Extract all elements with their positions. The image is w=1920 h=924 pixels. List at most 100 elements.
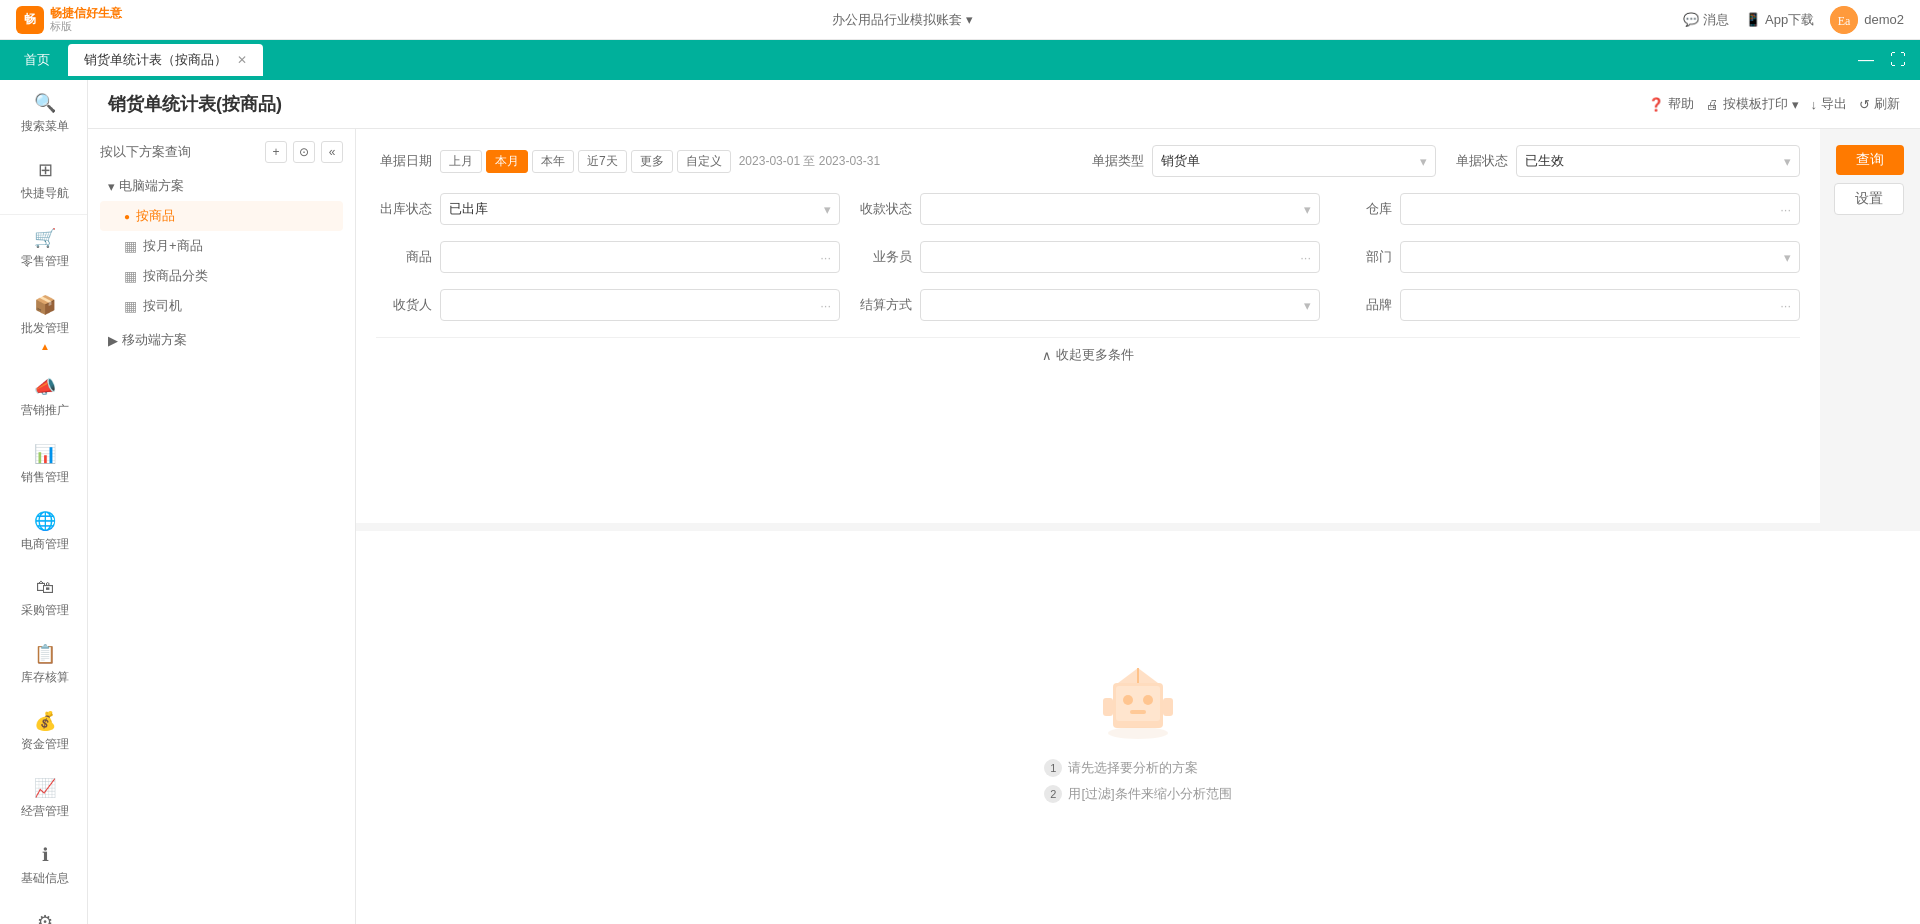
scheme-item-by-product-category-label: 按商品分类	[143, 267, 208, 285]
sidebar-item-search-label: 搜索菜单	[21, 118, 69, 135]
printer-icon: ▦	[124, 298, 137, 314]
sidebar-item-system[interactable]: ⚙ 系统管理	[0, 899, 87, 924]
empty-illustration	[1088, 643, 1188, 743]
user-menu[interactable]: demo2	[1830, 6, 1904, 34]
inventory-icon: 📋	[34, 643, 56, 665]
collapse-panel-icon[interactable]: «	[321, 141, 343, 163]
doc-status-label: 单据状态	[1452, 152, 1508, 170]
purchase-icon: 🛍	[36, 577, 54, 598]
main-layout: 🔍 搜索菜单 ⊞ 快捷导航 🛒 零售管理 📦 批发管理 ▲ 📣 营销推广 📊 销…	[0, 80, 1920, 924]
user-avatar	[1830, 6, 1858, 34]
message-icon: 💬	[1683, 12, 1699, 27]
collapse-button[interactable]: ∧ 收起更多条件	[376, 337, 1800, 372]
scheme-settings-icon[interactable]: ⊙	[293, 141, 315, 163]
sidebar-item-retail[interactable]: 🛒 零售管理	[0, 215, 87, 282]
doc-type-select[interactable]: 销货单 ▾	[1152, 145, 1436, 177]
payment-method-chevron-icon: ▾	[1304, 298, 1311, 313]
app-download-button[interactable]: 📱 App下载	[1745, 11, 1814, 29]
filter-row-2: 出库状态 已出库 ▾ 收款状态 ▾	[376, 193, 1800, 225]
svg-rect-8	[1103, 698, 1113, 716]
top-bar-right: 💬 消息 📱 App下载 demo2	[1683, 6, 1904, 34]
operations-icon: 📈	[34, 777, 56, 799]
warehouse-status-filter-field: 出库状态 已出库 ▾	[376, 193, 840, 225]
date-buttons: 上月 本月 本年 近7天 更多 自定义	[440, 150, 731, 173]
warehouse-input[interactable]: ···	[1400, 193, 1800, 225]
quick-nav-icon: ⊞	[38, 159, 53, 181]
sidebar-item-purchase[interactable]: 🛍 采购管理	[0, 565, 87, 631]
query-button[interactable]: 查询	[1836, 145, 1904, 175]
sidebar-item-finance-label: 资金管理	[21, 736, 69, 753]
payment-method-label: 结算方式	[856, 296, 912, 314]
refresh-button[interactable]: ↺ 刷新	[1859, 95, 1900, 113]
workspace-selector[interactable]: 办公用品行业模拟账套 ▾	[832, 11, 973, 29]
receiver-input[interactable]: ···	[440, 289, 840, 321]
custom-btn[interactable]: 自定义	[677, 150, 731, 173]
warehouse-status-select[interactable]: 已出库 ▾	[440, 193, 840, 225]
tab-close-icon[interactable]: ✕	[237, 53, 247, 67]
sidebar-item-sales[interactable]: 📊 销售管理	[0, 431, 87, 498]
template-print-button[interactable]: 🖨 按模板打印 ▾	[1706, 95, 1799, 113]
sidebar-item-marketing[interactable]: 📣 营销推广	[0, 364, 87, 431]
sidebar-item-search[interactable]: 🔍 搜索菜单	[0, 80, 87, 147]
step-num-2: 2	[1044, 785, 1062, 803]
product-dots-icon: ···	[820, 250, 831, 265]
search-icon: 🔍	[34, 92, 56, 114]
export-button[interactable]: ↓ 导出	[1811, 95, 1848, 113]
sidebar-item-wholesale-label: 批发管理	[21, 320, 69, 337]
sidebar-item-ecommerce[interactable]: 🌐 电商管理	[0, 498, 87, 565]
scheme-group-mobile-header[interactable]: ▶ 移动端方案	[100, 325, 343, 355]
sidebar-item-wholesale[interactable]: 📦 批发管理 ▲	[0, 282, 87, 364]
settings-button[interactable]: 设置	[1834, 183, 1904, 215]
tab-stats[interactable]: 销货单统计表（按商品） ✕	[68, 44, 263, 76]
scheme-group-pc-header[interactable]: ▾ 电脑端方案	[100, 171, 343, 201]
more-btn[interactable]: 更多	[631, 150, 673, 173]
prev-month-btn[interactable]: 上月	[440, 150, 482, 173]
payment-method-select[interactable]: ▾	[920, 289, 1320, 321]
scheme-item-by-product-category[interactable]: ▦ 按商品分类	[100, 261, 343, 291]
warehouse-dots-icon: ···	[1780, 202, 1791, 217]
product-input[interactable]: ···	[440, 241, 840, 273]
sidebar-item-marketing-label: 营销推广	[21, 402, 69, 419]
sidebar-item-finance[interactable]: 💰 资金管理	[0, 698, 87, 765]
filter-and-action: 单据日期 上月 本月 本年 近7天 更多 自定义	[356, 129, 1920, 523]
salesperson-input[interactable]: ···	[920, 241, 1320, 273]
help-button[interactable]: ❓ 帮助	[1648, 95, 1694, 113]
warehouse-status-label: 出库状态	[376, 200, 432, 218]
collapse-arrow-icon: ∧	[1042, 348, 1052, 363]
sidebar-item-inventory[interactable]: 📋 库存核算	[0, 631, 87, 698]
doc-type-chevron-icon: ▾	[1420, 154, 1427, 169]
department-select[interactable]: ▾	[1400, 241, 1800, 273]
app-download-icon: 📱	[1745, 12, 1761, 27]
current-month-btn[interactable]: 本月	[486, 150, 528, 173]
sidebar-item-purchase-label: 采购管理	[21, 602, 69, 619]
scheme-group-mobile-label: 移动端方案	[122, 331, 187, 349]
scheme-section: ▾ 电脑端方案 ● 按商品 ▦ 按月+商品 ▦	[88, 171, 355, 355]
left-panel: 按以下方案查询 + ⊙ « ▾ 电脑端方案 ●	[88, 129, 356, 924]
add-scheme-button[interactable]: +	[265, 141, 287, 163]
scheme-item-by-month-product[interactable]: ▦ 按月+商品	[100, 231, 343, 261]
filter-row-4: 收货人 ··· 结算方式 ▾	[376, 289, 1800, 321]
svg-point-4	[1143, 695, 1153, 705]
workspace-name: 办公用品行业模拟账套	[832, 11, 962, 29]
brand-dots-icon: ···	[1780, 298, 1791, 313]
sidebar-item-operations[interactable]: 📈 经营管理	[0, 765, 87, 832]
current-year-btn[interactable]: 本年	[532, 150, 574, 173]
refresh-label: 刷新	[1874, 95, 1900, 113]
scheme-item-by-product[interactable]: ● 按商品	[100, 201, 343, 231]
sidebar-item-sales-label: 销售管理	[21, 469, 69, 486]
logo-text: 畅捷信好生意	[50, 6, 122, 20]
tab-minimize-button[interactable]: —	[1852, 46, 1880, 74]
doc-status-select[interactable]: 已生效 ▾	[1516, 145, 1800, 177]
brand-input[interactable]: ···	[1400, 289, 1800, 321]
message-button[interactable]: 💬 消息	[1683, 11, 1729, 29]
sidebar-item-base-info[interactable]: ℹ 基础信息	[0, 832, 87, 899]
scheme-item-by-printer[interactable]: ▦ 按司机	[100, 291, 343, 321]
logo-subtitle: 标版	[50, 20, 122, 33]
refresh-icon: ↺	[1859, 97, 1870, 112]
tab-maximize-button[interactable]: ⛶	[1884, 46, 1912, 74]
sidebar-item-quick-nav[interactable]: ⊞ 快捷导航	[0, 147, 87, 214]
tab-home[interactable]: 首页	[8, 44, 66, 76]
receipt-status-select[interactable]: ▾	[920, 193, 1320, 225]
receipt-status-filter-field: 收款状态 ▾	[856, 193, 1320, 225]
last7days-btn[interactable]: 近7天	[578, 150, 627, 173]
